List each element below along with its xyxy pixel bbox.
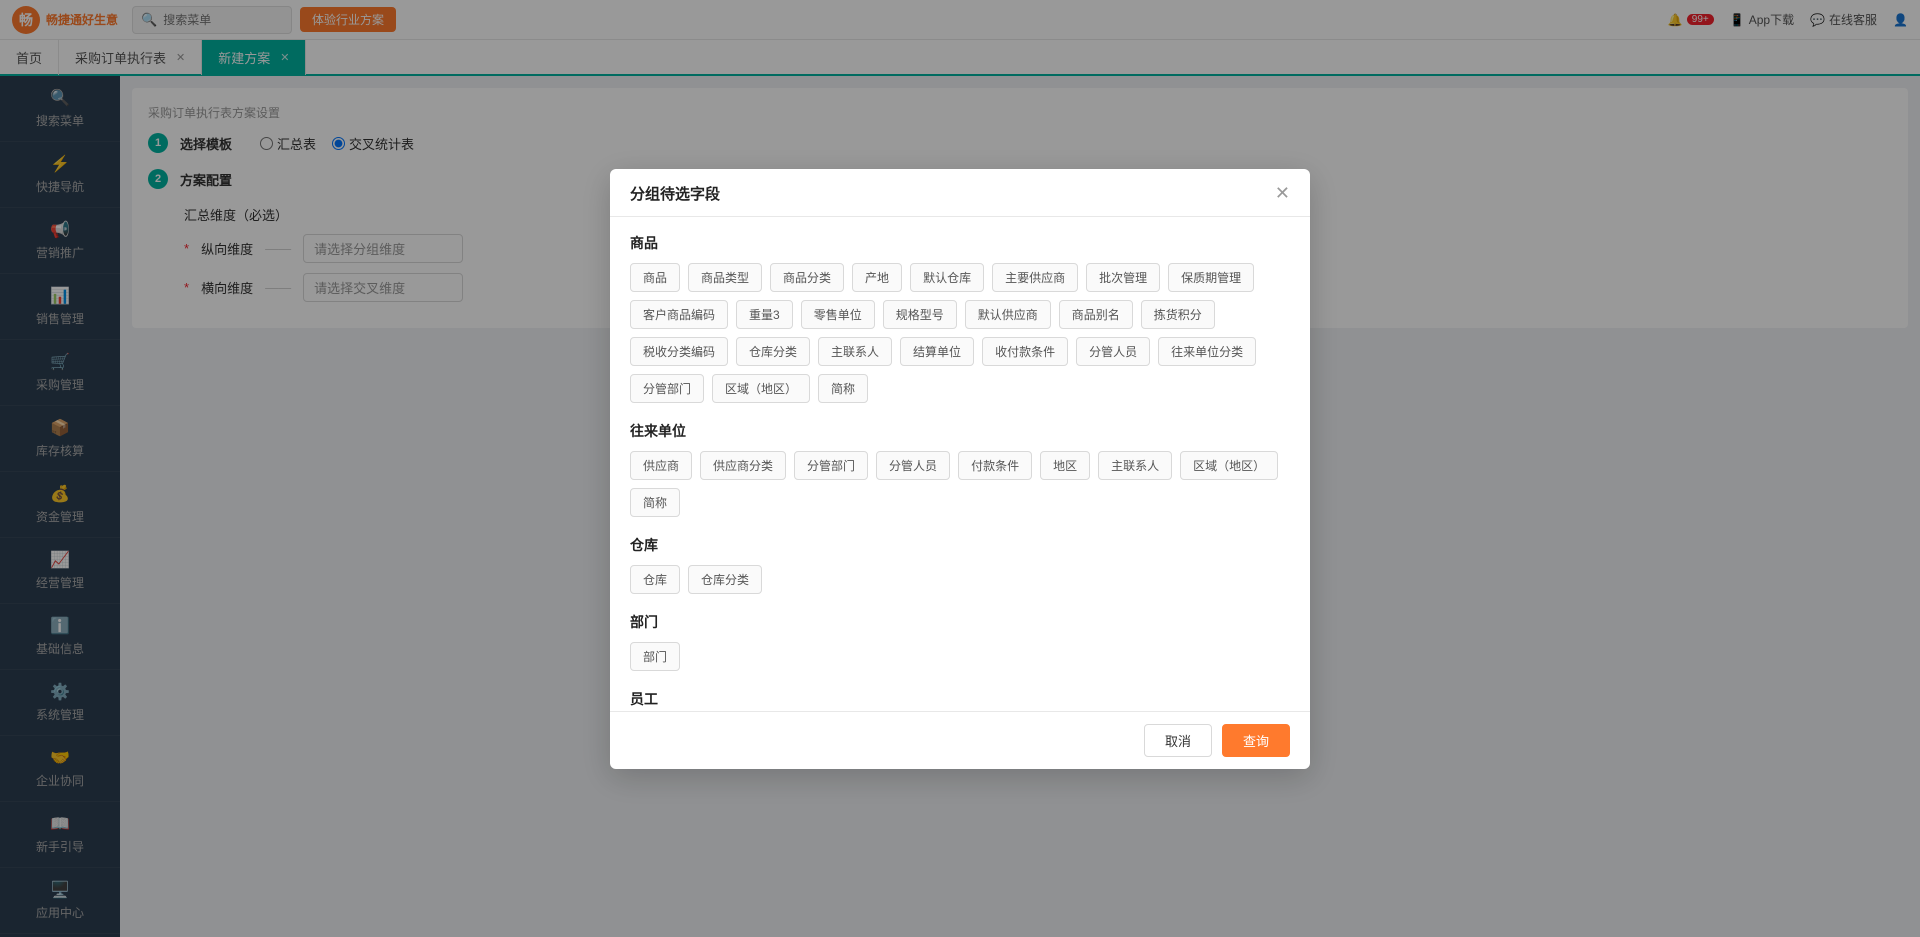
section-counterpart-title: 往来单位 bbox=[630, 421, 1290, 441]
tag-batch-mgmt[interactable]: 批次管理 bbox=[1086, 263, 1160, 292]
modal-body: 商品 商品 商品类型 商品分类 产地 默认仓库 主要供应商 批次管理 保质期管理… bbox=[610, 217, 1310, 711]
section-dept-title: 部门 bbox=[630, 612, 1290, 632]
tag-customer-code[interactable]: 客户商品编码 bbox=[630, 300, 728, 329]
tag-goods-alias[interactable]: 商品别名 bbox=[1059, 300, 1133, 329]
tag-payment-terms[interactable]: 收付款条件 bbox=[982, 337, 1068, 366]
section-warehouse-tags: 仓库 仓库分类 bbox=[630, 565, 1290, 594]
cancel-button[interactable]: 取消 bbox=[1144, 724, 1212, 757]
tag-supplier[interactable]: 供应商 bbox=[630, 451, 692, 480]
content-area: 采购订单执行表方案设置 1 选择模板 汇总表 交叉统计表 2 方案 bbox=[120, 76, 1920, 937]
tag-warehouse-class[interactable]: 仓库分类 bbox=[688, 565, 762, 594]
tag-main-contact[interactable]: 主联系人 bbox=[818, 337, 892, 366]
section-employee: 员工 业务员 bbox=[630, 689, 1290, 711]
tag-region-goods[interactable]: 区域（地区） bbox=[712, 374, 810, 403]
tag-dept-cp[interactable]: 分管部门 bbox=[794, 451, 868, 480]
tag-goods-type[interactable]: 商品类型 bbox=[688, 263, 762, 292]
tag-short-name-cp[interactable]: 简称 bbox=[630, 488, 680, 517]
tag-warehouse-category[interactable]: 仓库分类 bbox=[736, 337, 810, 366]
modal-title: 分组待选字段 bbox=[630, 183, 720, 204]
tag-pick-points[interactable]: 拣货积分 bbox=[1141, 300, 1215, 329]
tag-goods[interactable]: 商品 bbox=[630, 263, 680, 292]
section-dept-tags: 部门 bbox=[630, 642, 1290, 671]
section-warehouse: 仓库 仓库 仓库分类 bbox=[630, 535, 1290, 594]
tag-region2-cp[interactable]: 区域（地区） bbox=[1180, 451, 1278, 480]
field-select-modal: 分组待选字段 ✕ 商品 商品 商品类型 商品分类 产地 默认仓库 主要供应商 bbox=[610, 169, 1310, 769]
tag-weight3[interactable]: 重量3 bbox=[736, 300, 793, 329]
section-goods-title: 商品 bbox=[630, 233, 1290, 253]
section-dept: 部门 部门 bbox=[630, 612, 1290, 671]
tag-default-supplier[interactable]: 默认供应商 bbox=[965, 300, 1051, 329]
section-goods: 商品 商品 商品类型 商品分类 产地 默认仓库 主要供应商 批次管理 保质期管理… bbox=[630, 233, 1290, 403]
tag-payment-cp[interactable]: 付款条件 bbox=[958, 451, 1032, 480]
tag-region-cp[interactable]: 地区 bbox=[1040, 451, 1090, 480]
confirm-button[interactable]: 查询 bbox=[1222, 724, 1290, 757]
tag-dept-manage[interactable]: 分管部门 bbox=[630, 374, 704, 403]
main-layout: 🔍 搜索菜单 ⚡ 快捷导航 📢 营销推广 📊 销售管理 🛒 采购管理 📦 库存核… bbox=[0, 76, 1920, 937]
tag-main-supplier[interactable]: 主要供应商 bbox=[992, 263, 1078, 292]
tag-short-name-goods[interactable]: 简称 bbox=[818, 374, 868, 403]
tag-origin[interactable]: 产地 bbox=[852, 263, 902, 292]
tag-supervisor-cp[interactable]: 分管人员 bbox=[876, 451, 950, 480]
tag-goods-category[interactable]: 商品分类 bbox=[770, 263, 844, 292]
section-employee-title: 员工 bbox=[630, 689, 1290, 709]
tag-dept[interactable]: 部门 bbox=[630, 642, 680, 671]
tag-supervisor[interactable]: 分管人员 bbox=[1076, 337, 1150, 366]
tag-contact-cp[interactable]: 主联系人 bbox=[1098, 451, 1172, 480]
tag-default-warehouse[interactable]: 默认仓库 bbox=[910, 263, 984, 292]
modal-footer: 取消 查询 bbox=[610, 711, 1310, 769]
modal-close-btn[interactable]: ✕ bbox=[1275, 184, 1290, 202]
modal-overlay: 分组待选字段 ✕ 商品 商品 商品类型 商品分类 产地 默认仓库 主要供应商 bbox=[120, 76, 1920, 937]
tag-settlement-unit[interactable]: 结算单位 bbox=[900, 337, 974, 366]
tag-shelf-life[interactable]: 保质期管理 bbox=[1168, 263, 1254, 292]
section-counterpart: 往来单位 供应商 供应商分类 分管部门 分管人员 付款条件 地区 主联系人 区域… bbox=[630, 421, 1290, 517]
section-goods-tags: 商品 商品类型 商品分类 产地 默认仓库 主要供应商 批次管理 保质期管理 客户… bbox=[630, 263, 1290, 403]
tag-retail-unit[interactable]: 零售单位 bbox=[801, 300, 875, 329]
tag-spec-model[interactable]: 规格型号 bbox=[883, 300, 957, 329]
modal-header: 分组待选字段 ✕ bbox=[610, 169, 1310, 217]
tag-warehouse[interactable]: 仓库 bbox=[630, 565, 680, 594]
tag-counterpart-category[interactable]: 往来单位分类 bbox=[1158, 337, 1256, 366]
section-counterpart-tags: 供应商 供应商分类 分管部门 分管人员 付款条件 地区 主联系人 区域（地区） … bbox=[630, 451, 1290, 517]
section-warehouse-title: 仓库 bbox=[630, 535, 1290, 555]
tag-tax-code[interactable]: 税收分类编码 bbox=[630, 337, 728, 366]
tag-supplier-category[interactable]: 供应商分类 bbox=[700, 451, 786, 480]
